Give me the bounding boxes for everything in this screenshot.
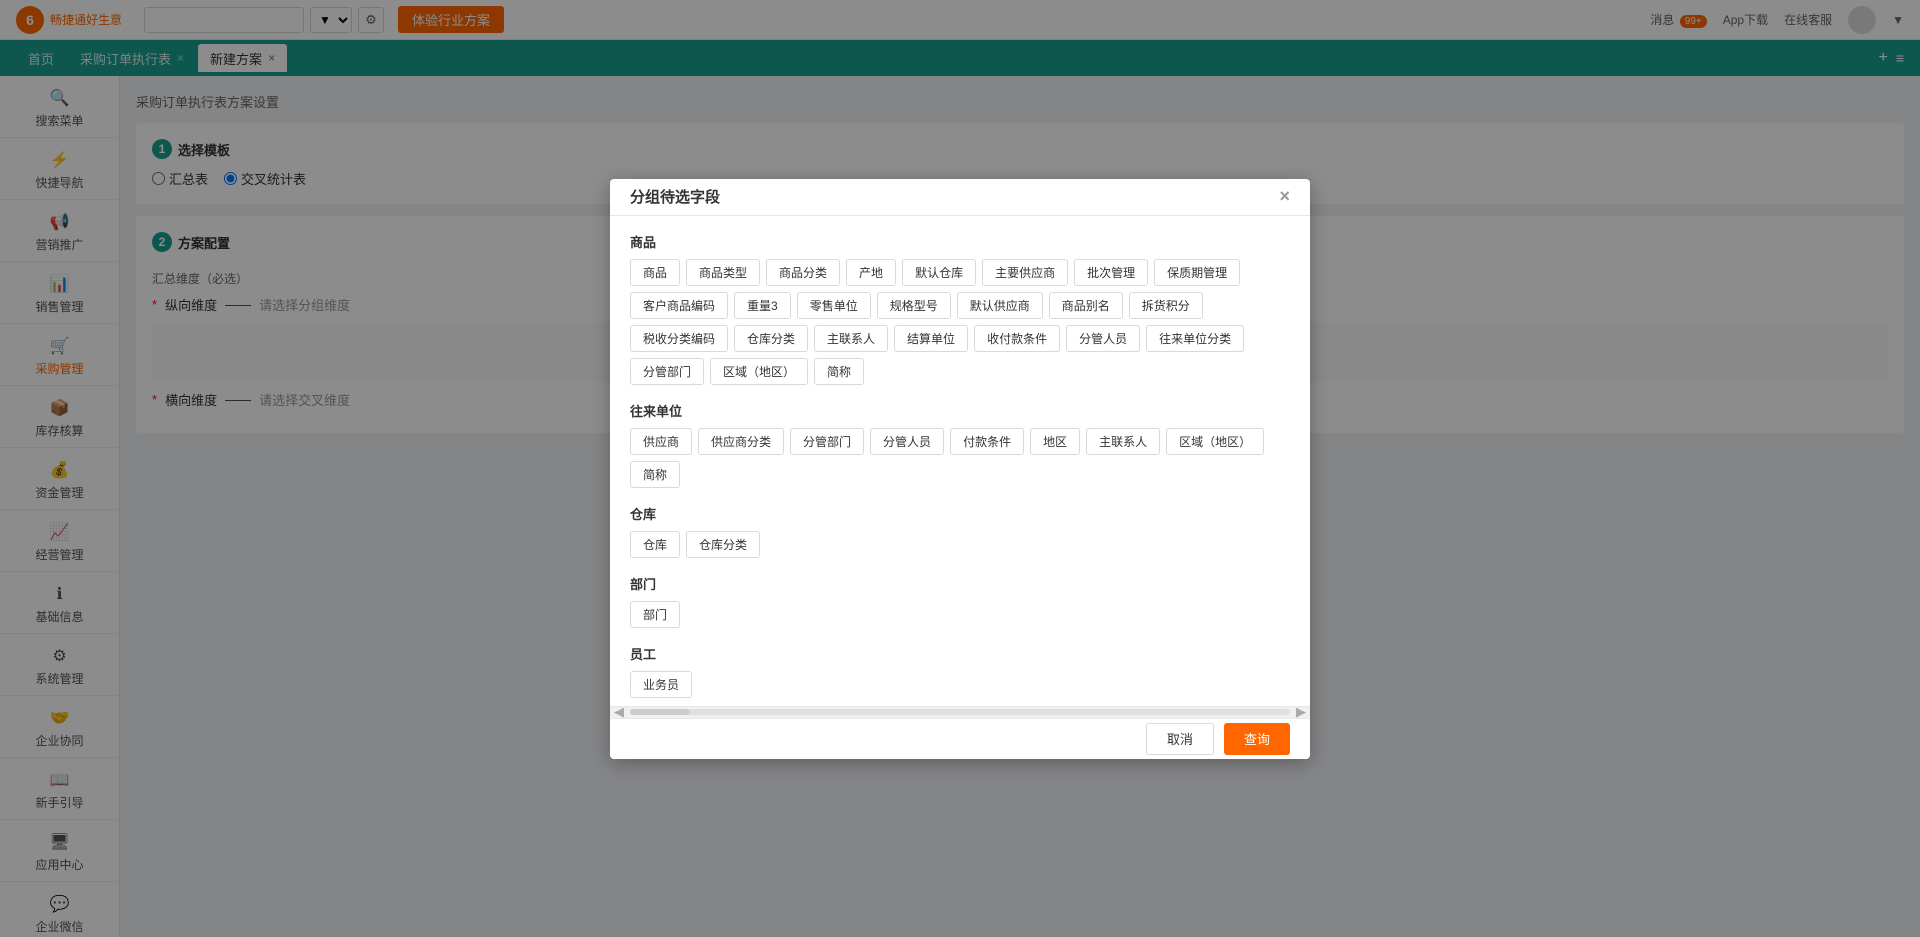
field-tag-1-3[interactable]: 分管人员 <box>870 428 944 455</box>
field-tag-0-13[interactable]: 商品别名 <box>1049 292 1123 319</box>
modal-header: 分组待选字段 × <box>610 179 1310 217</box>
modal-body: 商品商品商品类型商品分类产地默认仓库主要供应商批次管理保质期管理客户商品编码重量… <box>610 216 1310 706</box>
field-tag-0-0[interactable]: 商品 <box>630 259 680 286</box>
field-tag-4-0[interactable]: 业务员 <box>630 671 692 698</box>
field-select-modal: 分组待选字段 × 商品商品商品类型商品分类产地默认仓库主要供应商批次管理保质期管… <box>610 179 1310 759</box>
field-tag-1-2[interactable]: 分管部门 <box>790 428 864 455</box>
scroll-x-bar <box>630 709 690 715</box>
field-tag-0-19[interactable]: 收付款条件 <box>974 325 1060 352</box>
field-group-3: 部门部门 <box>630 574 1290 628</box>
field-tag-0-9[interactable]: 重量3 <box>734 292 791 319</box>
field-tag-0-10[interactable]: 零售单位 <box>797 292 871 319</box>
field-tag-0-5[interactable]: 主要供应商 <box>982 259 1068 286</box>
modal-cancel-btn[interactable]: 取消 <box>1146 723 1214 755</box>
field-tag-1-1[interactable]: 供应商分类 <box>698 428 784 455</box>
field-tag-0-11[interactable]: 规格型号 <box>877 292 951 319</box>
field-tag-3-0[interactable]: 部门 <box>630 601 680 628</box>
field-tag-1-5[interactable]: 地区 <box>1030 428 1080 455</box>
field-tags-3: 部门 <box>630 601 1290 628</box>
field-tag-1-4[interactable]: 付款条件 <box>950 428 1024 455</box>
field-tag-0-21[interactable]: 往来单位分类 <box>1146 325 1244 352</box>
field-tag-0-24[interactable]: 简称 <box>814 358 864 385</box>
field-tag-0-23[interactable]: 区域（地区） <box>710 358 808 385</box>
modal-footer: 取消 查询 <box>610 718 1310 759</box>
field-tag-2-1[interactable]: 仓库分类 <box>686 531 760 558</box>
field-tags-2: 仓库仓库分类 <box>630 531 1290 558</box>
field-tag-0-7[interactable]: 保质期管理 <box>1154 259 1240 286</box>
field-group-title-2: 仓库 <box>630 504 1290 523</box>
field-group-title-0: 商品 <box>630 232 1290 251</box>
field-tag-0-8[interactable]: 客户商品编码 <box>630 292 728 319</box>
field-tag-1-6[interactable]: 主联系人 <box>1086 428 1160 455</box>
modal-title: 分组待选字段 <box>630 186 720 207</box>
field-tag-0-15[interactable]: 税收分类编码 <box>630 325 728 352</box>
field-group-0: 商品商品商品类型商品分类产地默认仓库主要供应商批次管理保质期管理客户商品编码重量… <box>630 232 1290 385</box>
field-tag-0-20[interactable]: 分管人员 <box>1066 325 1140 352</box>
field-tag-0-6[interactable]: 批次管理 <box>1074 259 1148 286</box>
modal-scroll-x: ◀ ▶ <box>610 706 1310 718</box>
field-group-title-4: 员工 <box>630 644 1290 663</box>
modal-overlay: 分组待选字段 × 商品商品商品类型商品分类产地默认仓库主要供应商批次管理保质期管… <box>0 0 1920 937</box>
field-group-title-1: 往来单位 <box>630 401 1290 420</box>
field-tag-1-0[interactable]: 供应商 <box>630 428 692 455</box>
field-tag-0-12[interactable]: 默认供应商 <box>957 292 1043 319</box>
modal-close-btn[interactable]: × <box>1279 186 1290 207</box>
field-tag-0-14[interactable]: 拆货积分 <box>1129 292 1203 319</box>
field-tag-0-4[interactable]: 默认仓库 <box>902 259 976 286</box>
field-tags-0: 商品商品类型商品分类产地默认仓库主要供应商批次管理保质期管理客户商品编码重量3零… <box>630 259 1290 385</box>
field-tag-0-3[interactable]: 产地 <box>846 259 896 286</box>
field-tags-1: 供应商供应商分类分管部门分管人员付款条件地区主联系人区域（地区） 简称 <box>630 428 1290 488</box>
field-tag-2-0[interactable]: 仓库 <box>630 531 680 558</box>
field-tags-4: 业务员 <box>630 671 1290 698</box>
field-tag-0-18[interactable]: 结算单位 <box>894 325 968 352</box>
field-tag-0-2[interactable]: 商品分类 <box>766 259 840 286</box>
field-tag-1-7[interactable]: 区域（地区） <box>1166 428 1264 455</box>
field-group-title-3: 部门 <box>630 574 1290 593</box>
field-group-4: 员工业务员 <box>630 644 1290 698</box>
modal-confirm-btn[interactable]: 查询 <box>1224 723 1290 755</box>
field-tag-0-16[interactable]: 仓库分类 <box>734 325 808 352</box>
field-tag-1-8[interactable]: 简称 <box>630 461 680 488</box>
field-tag-0-22[interactable]: 分管部门 <box>630 358 704 385</box>
field-tag-0-17[interactable]: 主联系人 <box>814 325 888 352</box>
field-group-2: 仓库仓库仓库分类 <box>630 504 1290 558</box>
field-tag-0-1[interactable]: 商品类型 <box>686 259 760 286</box>
field-group-1: 往来单位供应商供应商分类分管部门分管人员付款条件地区主联系人区域（地区） 简称 <box>630 401 1290 488</box>
